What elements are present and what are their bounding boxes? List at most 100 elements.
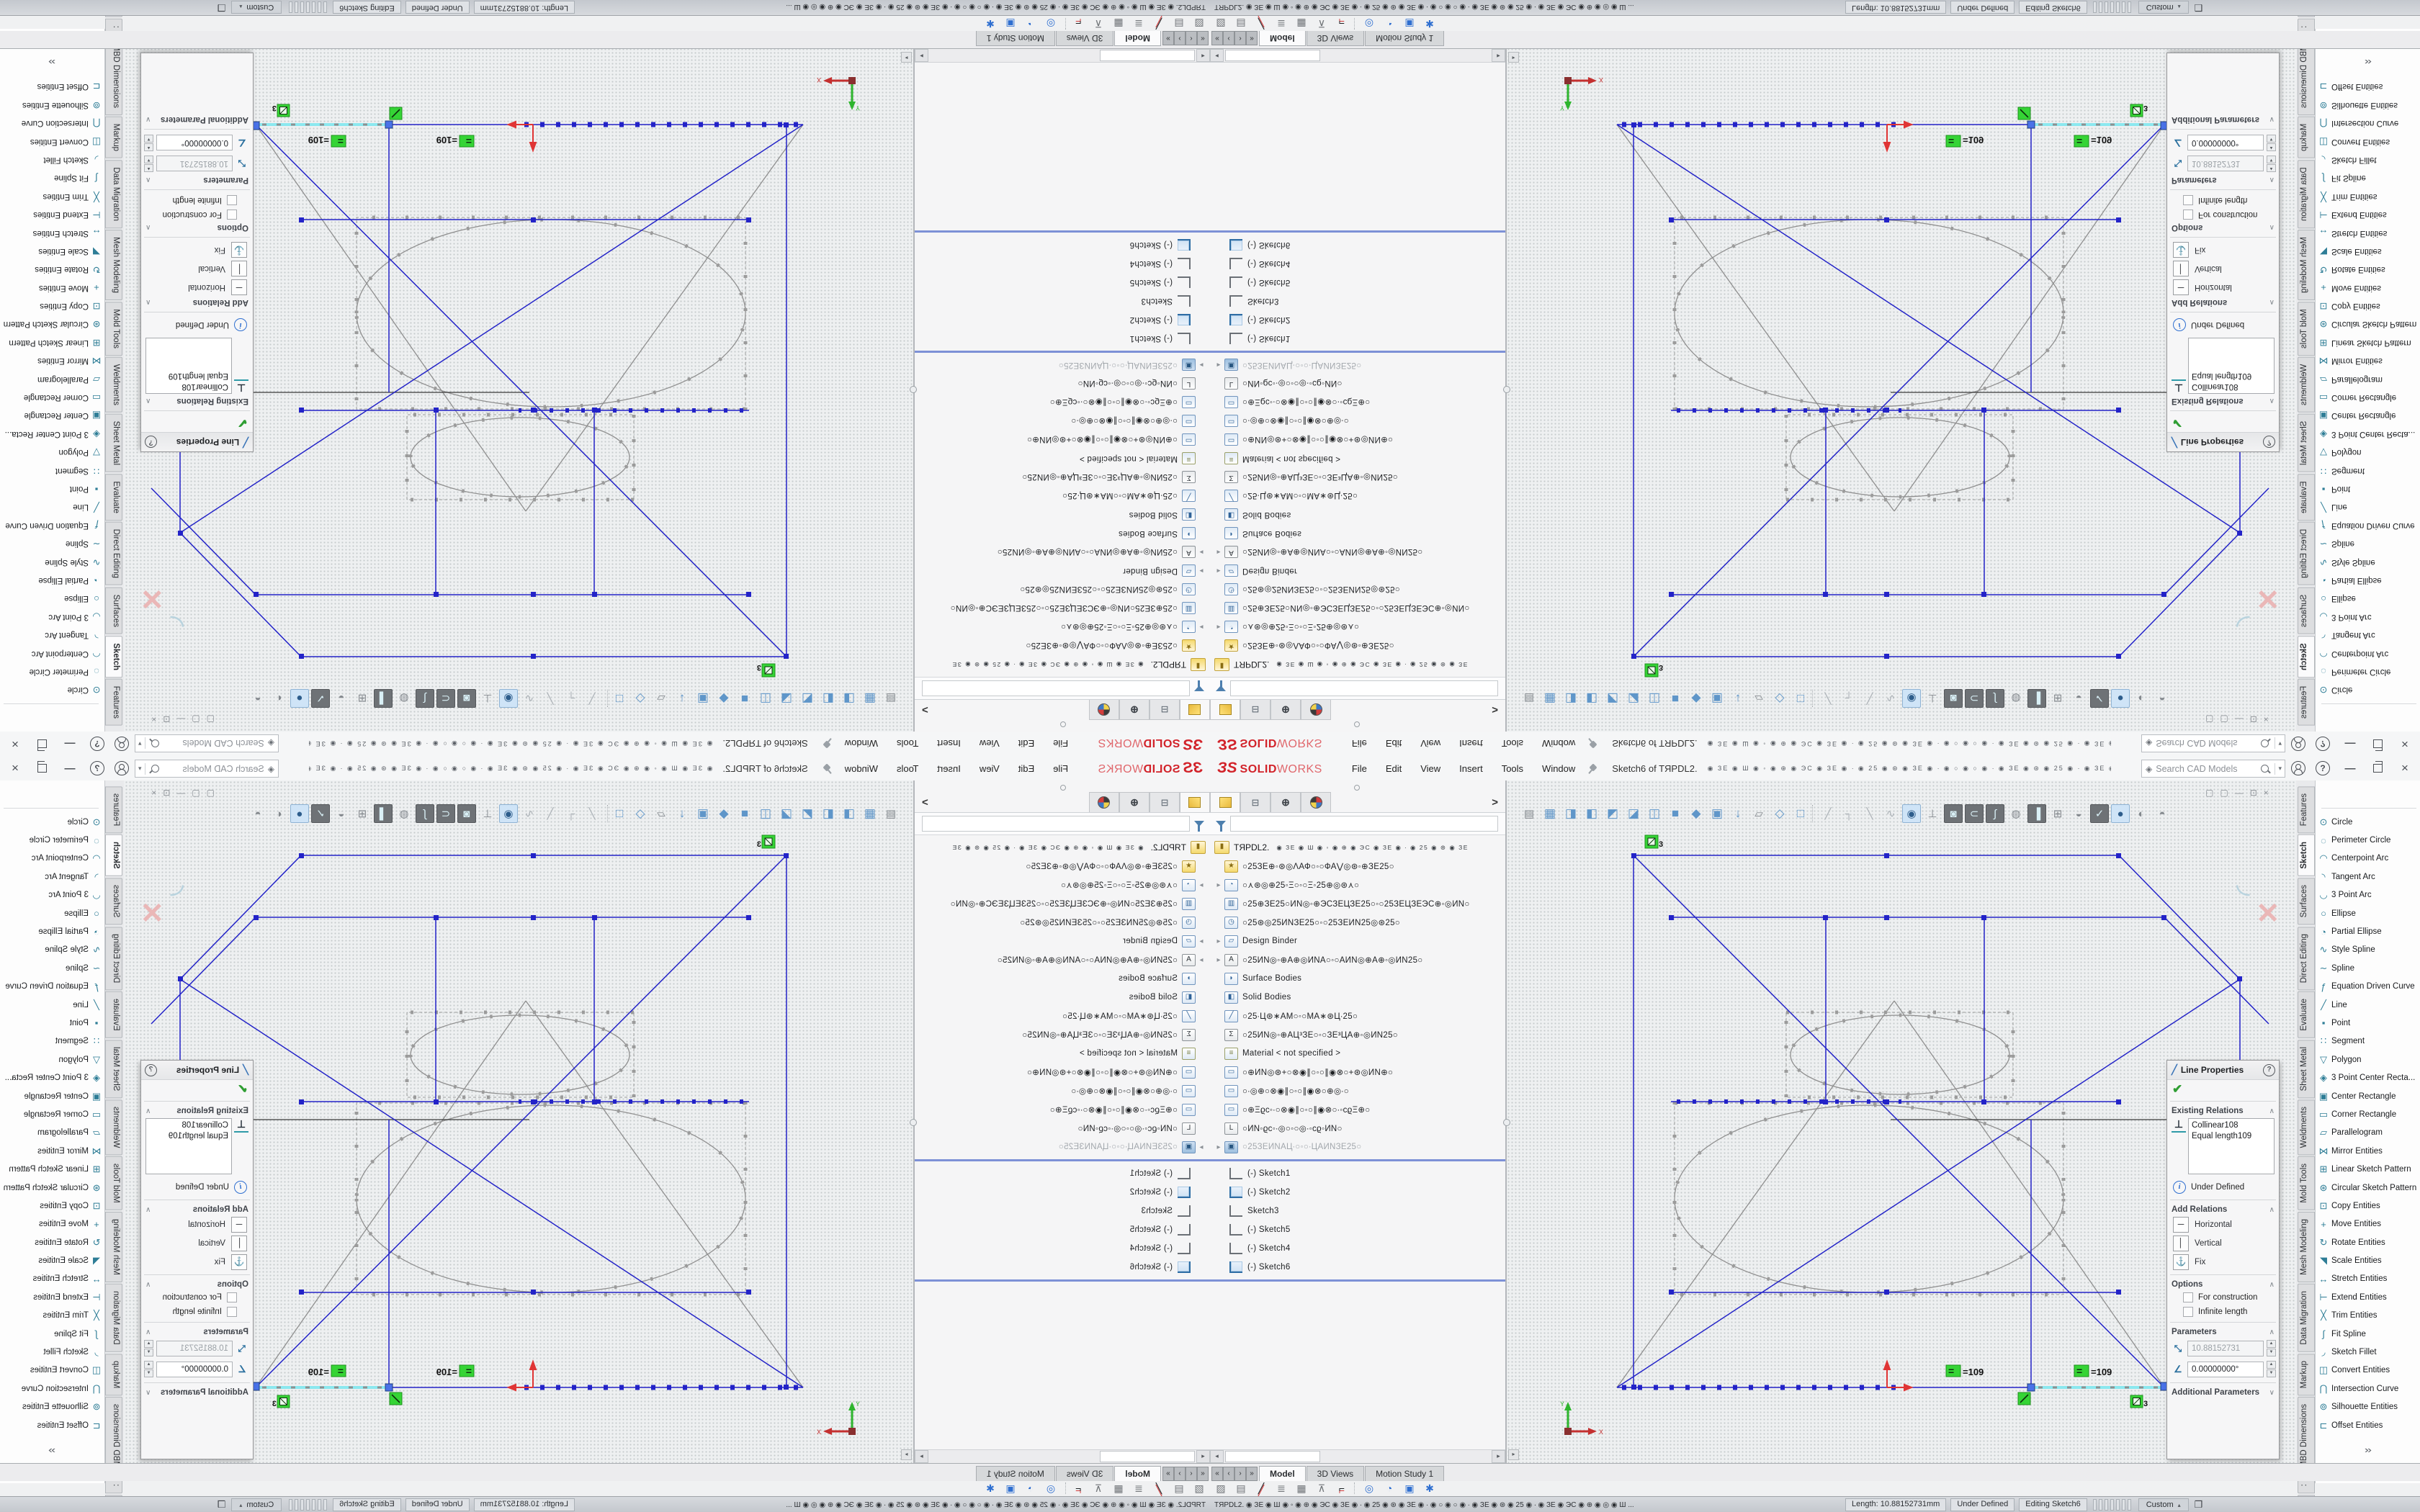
collapse-icon[interactable]: ∧ <box>145 176 151 184</box>
toolbar-icon[interactable]: ▤ <box>1520 689 1538 708</box>
tool-item[interactable]: ∼ Spline <box>2316 959 2420 977</box>
checkbox[interactable] <box>2183 1307 2193 1317</box>
toolbar-icon[interactable]: ▱ <box>652 804 671 823</box>
tool-item[interactable]: + Move Entities <box>0 279 104 297</box>
toolbar-icon[interactable]: ▣ <box>694 689 712 708</box>
tool-item[interactable]: ▭ Corner Rectangle <box>2316 388 2420 406</box>
doc-window-control-icon[interactable]: — <box>2235 788 2244 798</box>
command-tab[interactable]: Evaluate <box>105 991 122 1038</box>
search-dropdown-icon[interactable]: ▾ <box>2278 739 2282 747</box>
ok-button[interactable]: ✔ <box>2167 1080 2279 1098</box>
rollback-bar[interactable] <box>915 1279 1210 1282</box>
scrollbar-thumb[interactable] <box>1225 50 1320 61</box>
tree-item[interactable]: ◗ Surface Bodies <box>1210 524 1505 543</box>
tool-item[interactable]: ▽ Polygon <box>0 1050 104 1068</box>
doc-window-control-icon[interactable]: — <box>2235 714 2244 724</box>
tool-item[interactable]: ↔ Stretch Entities <box>2316 1270 2420 1288</box>
tool-item[interactable]: ◠ Centerpoint Arc <box>2316 850 2420 868</box>
ok-button[interactable]: ✔ <box>141 1080 253 1098</box>
length-field[interactable]: 10.88152731 <box>156 1341 233 1356</box>
toolbar-icon[interactable]: ∿ <box>520 804 539 823</box>
tool-item[interactable]: ◡ 3 Point Arc <box>2316 886 2420 904</box>
toolbar-icon[interactable]: ⊂ <box>436 689 455 708</box>
toolbar-icon[interactable]: ◫ <box>756 804 775 823</box>
tree-item-sketch[interactable]: (-) Sketch6 <box>915 1258 1210 1277</box>
section-existing-relations[interactable]: Existing Relations ∧ <box>141 395 253 408</box>
tree-item[interactable]: ▸ A ○25ИΝ◎◦⊕А⊕◎ИΝА○◦○АИΝ◎⊕А⊕◦◎ИΝ25○ <box>1210 543 1505 562</box>
minimize-button[interactable]: — <box>60 734 79 753</box>
tool-item[interactable]: ◝ Tangent Arc <box>2316 868 2420 886</box>
toolbar-icon[interactable]: ■ <box>1666 689 1685 708</box>
doc-window-control-icon[interactable]: ⊡ <box>163 788 170 798</box>
tool-item[interactable]: ◌ Perimeter Circle <box>0 662 104 680</box>
add-relation-button[interactable]: │ Vertical <box>141 1234 253 1253</box>
tool-item[interactable]: ↔ Stretch Entities <box>0 1270 104 1288</box>
toolbar-icon[interactable]: ◨ <box>840 689 859 708</box>
toolbar-icon[interactable]: ◩ <box>798 804 817 823</box>
tool-item[interactable]: ╱ Line <box>0 996 104 1014</box>
expand-arrow-icon[interactable]: ▸ <box>1213 567 1224 575</box>
tool-item[interactable]: ⊏ Offset Entities <box>2316 1416 2420 1434</box>
tab-propertymanager[interactable]: ⊕ <box>1270 700 1301 720</box>
tool-item[interactable]: ○ Ellipse <box>2316 904 2420 922</box>
tool-item[interactable]: ↔ Stretch Entities <box>2316 224 2420 242</box>
command-tab[interactable]: Mold Tools <box>2298 1156 2315 1210</box>
tool-item[interactable]: ◞ Sketch Fillet <box>0 1343 104 1361</box>
command-tab[interactable]: Markup <box>105 1354 122 1395</box>
section-existing-relations[interactable]: Existing Relations ∧ <box>2167 1104 2279 1117</box>
tool-item[interactable]: ƒ Equation Driven Curve <box>2316 978 2420 996</box>
toolbar-icon[interactable]: ▣ <box>1708 804 1726 823</box>
toolbar-icon[interactable]: ▤ <box>1520 804 1538 823</box>
tool-item[interactable]: ⊚ Silhouette Entities <box>2316 1398 2420 1416</box>
expand-arrow-icon[interactable]: ▸ <box>1213 937 1224 945</box>
expand-arrow-icon[interactable]: ▸ <box>1196 361 1207 369</box>
expand-arrow-icon[interactable]: ▸ <box>1196 624 1207 631</box>
toolbar-icon[interactable]: □ <box>1791 689 1810 708</box>
minimize-button[interactable]: — <box>2341 734 2360 753</box>
tree-item[interactable]: L ○ИΝ◦ϱϲ◦∙◎○◦○◎∙◦ϲϱ◦ИΝ○ <box>915 374 1210 393</box>
tree-item[interactable]: ▭ ○⊕ИΝ◎⊛+○⊗◉∥○◦○∥◉⊗○+⊛◎ИΝ⊕○ <box>915 1063 1210 1081</box>
tree-item[interactable]: ★ ○25ЗЕ⊕◦⊛◎ΛАФ○◦○ФА⋁◎⊛◦⊕ЗЕ25○ <box>915 857 1210 876</box>
tool-item[interactable]: ▪ Point <box>2316 480 2420 498</box>
tree-item[interactable]: ▥ ○25⊕ЗЕ25○ИΝ◎◦⊕ЭСЗЕЦЗЕ25○◦○25ЗЕЦЗЕЭС⊕◦◎… <box>1210 599 1505 618</box>
option-row[interactable]: For construction <box>2167 207 2279 222</box>
tree-item[interactable]: ▸ A ○25ИΝ◎◦⊕А⊕◎ИΝА○◦○АИΝ◎⊕А⊕◦◎ИΝ25○ <box>915 543 1210 562</box>
toolbar-icon[interactable]: ◒ <box>2069 804 2088 823</box>
tool-item[interactable]: ○ Ellipse <box>0 590 104 608</box>
search-dropdown-icon[interactable]: ▾ <box>2278 765 2282 773</box>
expand-arrow-icon[interactable]: ▸ <box>1213 956 1224 964</box>
expand-icon[interactable]: ∨ <box>2269 116 2275 124</box>
toolbar-icon[interactable]: ◫ <box>1645 804 1664 823</box>
tool-item[interactable]: ∼ Spline <box>0 534 104 552</box>
tool-item[interactable]: ⊏ Offset Entities <box>0 1416 104 1434</box>
toolbar-icon[interactable]: ▐ <box>374 689 393 708</box>
toolbar-icon[interactable]: ┐ <box>562 804 581 823</box>
toolbar-icon[interactable]: ⊞ <box>2048 804 2067 823</box>
tab-nav-icon[interactable]: « <box>1197 1467 1209 1481</box>
toolbar-icon[interactable]: ↓ <box>1729 689 1747 708</box>
search-input[interactable]: Search CAD Models <box>2156 764 2261 774</box>
tree-item-sketch[interactable]: (-) Sketch1 <box>1210 329 1505 348</box>
tool-item[interactable]: ◡ 3 Point Arc <box>2316 608 2420 626</box>
checkbox[interactable] <box>227 210 237 220</box>
help-button[interactable]: ? <box>2313 734 2332 753</box>
tool-item[interactable]: ▱ Parallelogram <box>2316 1124 2420 1142</box>
tree-item-sketch[interactable]: (-) Sketch5 <box>915 1220 1210 1239</box>
toolbar-icon[interactable]: ✓ <box>2090 804 2109 823</box>
tab-displaymanager[interactable]: ⊟ <box>1150 700 1180 720</box>
tool-item[interactable]: ⋈ Mirror Entities <box>0 1142 104 1160</box>
toolbar-icon[interactable]: ● <box>2111 689 2130 708</box>
panel-drag-handle[interactable] <box>1060 785 1066 791</box>
doc-window-control-icon[interactable]: ⊡ <box>2250 714 2257 724</box>
panel-drag-handle[interactable] <box>1354 785 1360 791</box>
expand-arrow-icon[interactable]: ▸ <box>1196 956 1207 964</box>
tool-item[interactable]: ⊙ Circle <box>0 813 104 831</box>
tool-item[interactable]: ⊞ Linear Sketch Pattern <box>2316 1160 2420 1178</box>
tree-item[interactable]: ▭ ○⊕ИΝ◎⊛+○⊗◉∥○◦○∥◉⊗○+⊛◎ИΝ⊕○ <box>1210 1063 1505 1081</box>
length-spinner[interactable]: ▲▼ <box>144 156 153 172</box>
collapse-icon[interactable]: ∧ <box>2269 397 2275 405</box>
tool-item[interactable]: ◫ Convert Entities <box>0 132 104 150</box>
tree-root-part[interactable]: ▮ TЯPDL2. ◉ ЗЕ ◉ Ш ◉ ◦ ◉ ⊕ ◉ ЭС ◉ ЗЕ ◉ ∙… <box>1214 655 1505 674</box>
command-tab[interactable]: Sheet Metal <box>2298 414 2315 472</box>
menu-item[interactable]: View <box>970 736 1009 752</box>
